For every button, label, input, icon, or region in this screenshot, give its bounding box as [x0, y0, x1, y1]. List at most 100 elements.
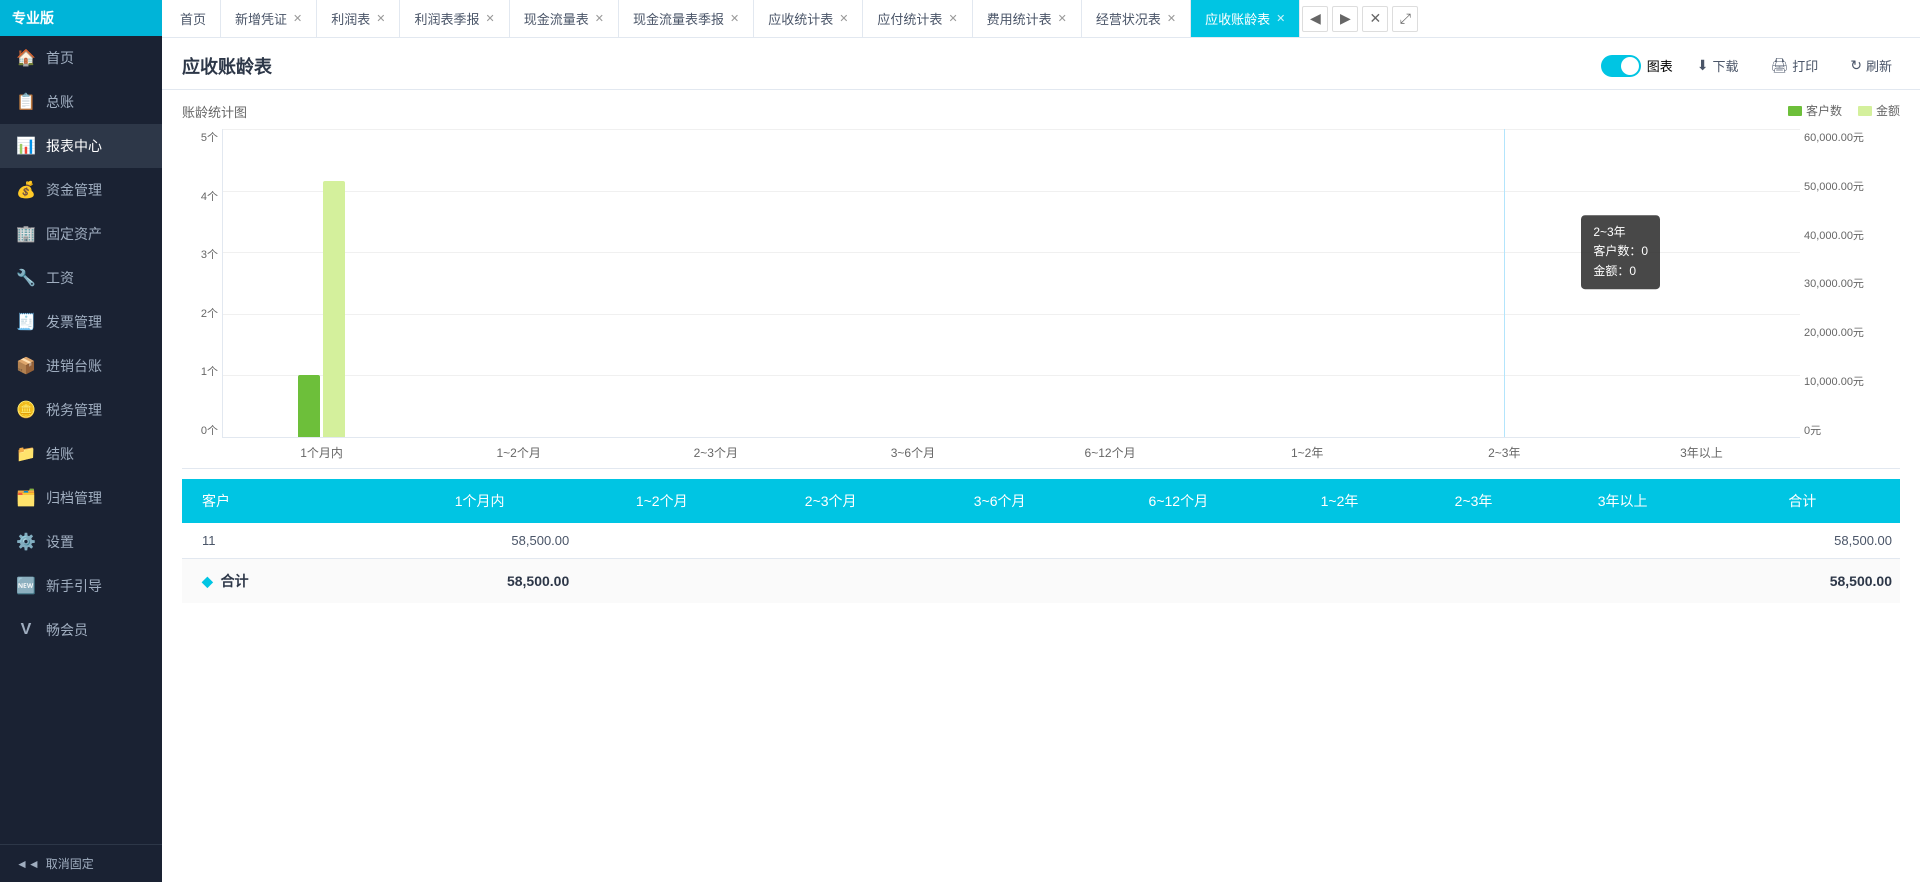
tab-new-voucher[interactable]: 新增凭证 ✕	[221, 0, 317, 38]
page-content: 应收账龄表 图表 ⬇ 下载 🖨 打印 ↻ 刷新	[162, 38, 1920, 882]
sidebar-item-label: 总账	[46, 92, 74, 112]
sidebar-item-invoice[interactable]: 🧾 发票管理	[0, 300, 162, 344]
tab-ar-aging-close[interactable]: ✕	[1276, 12, 1285, 25]
sidebar-item-fixed-assets[interactable]: 🏢 固定资产	[0, 212, 162, 256]
legend-customer-color	[1788, 106, 1802, 116]
bars-group	[223, 129, 1800, 437]
chart-title: 账龄统计图	[182, 102, 1900, 121]
bar-slot-4	[1012, 129, 1209, 437]
th-m1: 1个月内	[382, 479, 577, 523]
closing-icon: 📁	[16, 444, 36, 464]
toggle-pin-btn[interactable]: ◄◄ 取消固定	[0, 844, 162, 882]
tfoot-m3-6	[915, 559, 1084, 604]
tab-close-all-btn[interactable]: ✕	[1362, 6, 1388, 32]
tab-ar-stats-label: 应收统计表	[768, 9, 833, 28]
tab-profit[interactable]: 利润表 ✕	[317, 0, 400, 38]
tfoot-label-text: 合计	[221, 573, 249, 589]
tab-profit-close[interactable]: ✕	[376, 12, 385, 25]
tab-ar-aging[interactable]: 应收账龄表 ✕	[1191, 0, 1300, 38]
toggle-pin-label: 取消固定	[46, 855, 94, 872]
tab-ar-stats[interactable]: 应收统计表 ✕	[754, 0, 863, 38]
sidebar-item-home[interactable]: 🏠 首页	[0, 36, 162, 80]
y-left-4: 4个	[201, 188, 218, 204]
tab-operations-close[interactable]: ✕	[1167, 12, 1176, 25]
chart-toggle[interactable]: 图表	[1601, 55, 1673, 77]
tab-new-voucher-close[interactable]: ✕	[293, 12, 302, 25]
y-right-20000: 20,000.00元	[1804, 324, 1864, 340]
report-icon: 📊	[16, 136, 36, 156]
download-btn[interactable]: ⬇ 下载	[1689, 52, 1747, 79]
td-customer: 11	[182, 523, 382, 559]
page-title: 应收账龄表	[182, 53, 272, 79]
sidebar-item-archive[interactable]: 🗂️ 归档管理	[0, 476, 162, 520]
x-labels: 1个月内 1~2个月 2~3个月 3~6个月 6~12个月 1~2年 2~3年 …	[223, 444, 1800, 461]
print-label: 打印	[1792, 56, 1818, 75]
download-icon: ⬇	[1697, 57, 1709, 74]
tab-cashflow[interactable]: 现金流量表 ✕	[510, 0, 619, 38]
td-m1: 58,500.00	[382, 523, 577, 559]
chart-legend: 客户数 金额	[1788, 102, 1900, 119]
tab-prev-btn[interactable]: ◀	[1302, 6, 1328, 32]
x-label-2: 2~3个月	[617, 444, 814, 461]
th-y2-3: 2~3年	[1407, 479, 1541, 523]
toggle-label: 图表	[1647, 56, 1673, 75]
sidebar-item-fund-management[interactable]: 💰 资金管理	[0, 168, 162, 212]
tab-next-btn[interactable]: ▶	[1332, 6, 1358, 32]
td-total: 58,500.00	[1705, 523, 1900, 559]
pin-left-icon: ◄◄	[16, 857, 40, 871]
sidebar-item-tax[interactable]: 🪙 税务管理	[0, 388, 162, 432]
tab-maximize-btn[interactable]: ⤢	[1392, 6, 1418, 32]
sidebar-item-label: 设置	[46, 532, 74, 552]
sidebar-item-purchase-sales[interactable]: 📦 进销台账	[0, 344, 162, 388]
sidebar-item-settings[interactable]: ⚙️ 设置	[0, 520, 162, 564]
table-header-row: 客户 1个月内 1~2个月 2~3个月 3~6个月 6~12个月 1~2年 2~…	[182, 479, 1900, 523]
tfoot-m2-3	[746, 559, 915, 604]
chart-section: 账龄统计图 客户数 金额 5个 4个 3个 2个 1个	[162, 90, 1920, 479]
tab-cashflow-close[interactable]: ✕	[595, 12, 604, 25]
sidebar-item-label: 发票管理	[46, 312, 102, 332]
tab-operations[interactable]: 经营状况表 ✕	[1082, 0, 1191, 38]
sidebar-item-payroll[interactable]: 🔧 工资	[0, 256, 162, 300]
download-label: 下载	[1712, 56, 1738, 75]
y-axis-right: 60,000.00元 50,000.00元 40,000.00元 30,000.…	[1800, 129, 1900, 438]
bar-slot-3	[814, 129, 1011, 437]
print-btn[interactable]: 🖨 打印	[1762, 52, 1826, 79]
tab-expense-stats-close[interactable]: ✕	[1058, 12, 1067, 25]
sidebar-item-label: 结账	[46, 444, 74, 464]
tab-cashflow-quarterly[interactable]: 现金流量表季报 ✕	[619, 0, 754, 38]
bar-slot-1	[420, 129, 617, 437]
sidebar-item-beginner-guide[interactable]: 🆕 新手引导	[0, 564, 162, 608]
tab-cashflow-quarterly-close[interactable]: ✕	[730, 12, 739, 25]
th-m1-2: 1~2个月	[577, 479, 746, 523]
tfoot-m1: 58,500.00	[382, 559, 577, 604]
y-right-60000: 60,000.00元	[1804, 129, 1864, 145]
tab-ap-stats-close[interactable]: ✕	[948, 12, 957, 25]
sidebar-item-vip[interactable]: V 畅会员	[0, 608, 162, 652]
tab-bar: 首页 新增凭证 ✕ 利润表 ✕ 利润表季报 ✕ 现金流量表 ✕ 现金流量表季报 …	[162, 0, 1920, 38]
toggle-track[interactable]	[1601, 55, 1641, 77]
y-left-1: 1个	[201, 363, 218, 379]
app-logo: 专业版	[0, 0, 162, 36]
tab-profit-quarterly[interactable]: 利润表季报 ✕	[400, 0, 509, 38]
x-label-1: 1~2个月	[420, 444, 617, 461]
chart-plot-area: 2~3年 客户数：0 金额：0 1个月内 1~2个月 2~3个月 3~6个月 6…	[222, 129, 1800, 438]
y-left-2: 2个	[201, 305, 218, 321]
tab-profit-quarterly-close[interactable]: ✕	[486, 12, 495, 25]
th-m3-6: 3~6个月	[915, 479, 1084, 523]
tab-ap-stats[interactable]: 应付统计表 ✕	[863, 0, 972, 38]
hover-line	[1504, 129, 1505, 437]
td-m1-2	[577, 523, 746, 559]
total-icon: ◆	[202, 573, 213, 589]
sidebar-item-label: 进销台账	[46, 356, 102, 376]
x-label-5: 1~2年	[1209, 444, 1406, 461]
tfoot-y2-3	[1407, 559, 1541, 604]
tab-ar-stats-close[interactable]: ✕	[839, 12, 848, 25]
refresh-btn[interactable]: ↻ 刷新	[1842, 52, 1900, 79]
tab-home[interactable]: 首页	[166, 0, 221, 38]
sidebar-item-general-ledger[interactable]: 📋 总账	[0, 80, 162, 124]
bar-amount-0	[323, 181, 345, 437]
y-left-3: 3个	[201, 246, 218, 262]
sidebar-item-report-center[interactable]: 📊 报表中心	[0, 124, 162, 168]
sidebar-item-closing[interactable]: 📁 结账	[0, 432, 162, 476]
tab-expense-stats[interactable]: 费用统计表 ✕	[973, 0, 1082, 38]
